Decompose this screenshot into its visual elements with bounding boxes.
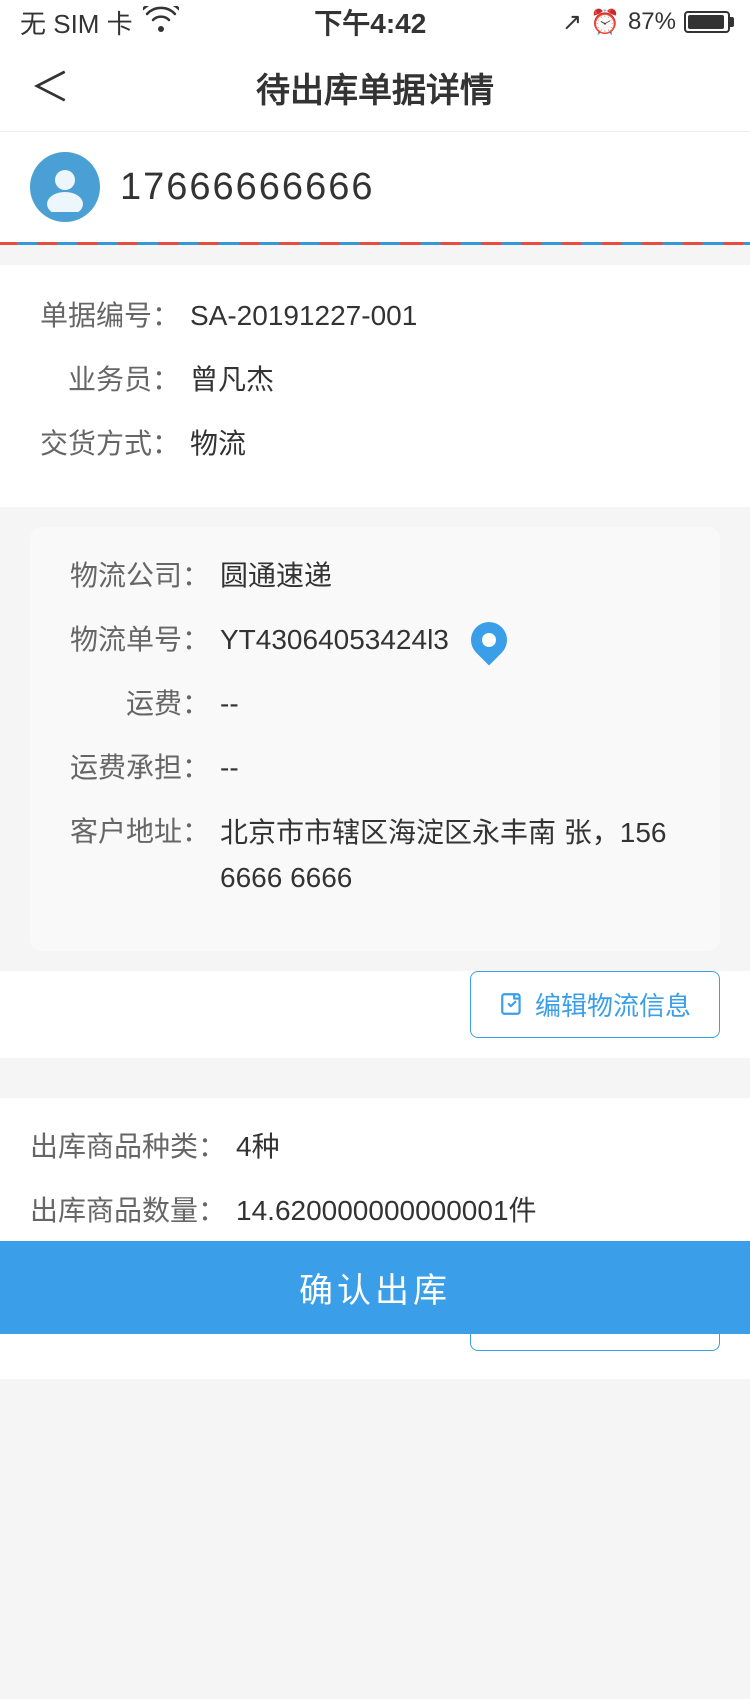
logistics-company-row: 物流公司： 圆通速递 (60, 555, 690, 597)
logistics-company-value: 圆通速递 (220, 555, 690, 597)
document-number-label: 单据编号： (30, 295, 190, 337)
edit-icon (499, 991, 525, 1017)
goods-quantity-row: 出库商品数量： 14.620000000000001件 (30, 1190, 720, 1232)
avatar (30, 152, 100, 222)
freight-bearer-row: 运费承担： -- (60, 747, 690, 789)
wifi-icon (143, 6, 179, 38)
divider-2 (0, 1058, 750, 1078)
divider-1 (0, 245, 750, 265)
freight-bearer-label: 运费承担： (60, 747, 220, 789)
bottom-bar: 确认出库 (0, 1241, 750, 1334)
goods-quantity-value: 14.620000000000001件 (236, 1190, 720, 1232)
status-right: ↗ ⏰ 87% (562, 8, 730, 37)
content: 17666666666 单据编号： SA-20191227-001 业务员： 曾… (0, 132, 750, 1699)
freight-row: 运费： -- (60, 683, 690, 725)
address-row: 客户地址： 北京市市辖区海淀区永丰南 张，156 6666 6666 (60, 811, 690, 901)
goods-types-value: 4种 (236, 1126, 720, 1168)
goods-quantity-label: 出库商品数量： (30, 1190, 236, 1232)
freight-label: 运费： (60, 683, 220, 725)
time-text: 下午4:42 (314, 2, 426, 42)
salesman-label: 业务员： (30, 359, 190, 401)
confirm-button[interactable]: 确认出库 (30, 1263, 720, 1312)
salesman-value: 曾凡杰 (190, 359, 720, 401)
edit-logistics-label: 编辑物流信息 (535, 986, 691, 1023)
user-phone: 17666666666 (120, 166, 374, 209)
delivery-row: 交货方式： 物流 (30, 423, 720, 465)
battery-indicator (684, 11, 730, 33)
goods-types-label: 出库商品种类： (30, 1126, 236, 1168)
tracking-row: 物流单号： YT43064053424l3 (60, 619, 690, 661)
goods-types-row: 出库商品种类： 4种 (30, 1126, 720, 1168)
document-info-section: 单据编号： SA-20191227-001 业务员： 曾凡杰 交货方式： 物流 (0, 265, 750, 507)
address-value: 北京市市辖区海淀区永丰南 张，156 6666 6666 (220, 811, 690, 901)
alarm-icon: ⏰ (590, 8, 620, 37)
logistics-card: 物流公司： 圆通速递 物流单号： YT43064053424l3 运费： -- … (30, 527, 720, 951)
salesman-row: 业务员： 曾凡杰 (30, 359, 720, 401)
back-button[interactable]: ＜ (30, 68, 70, 108)
location-icon[interactable] (463, 615, 514, 666)
freight-value: -- (220, 683, 690, 725)
user-header: 17666666666 (0, 132, 750, 245)
spacer (0, 1379, 750, 1579)
document-number-value: SA-20191227-001 (190, 295, 720, 337)
carrier-text: 无 SIM 卡 (20, 4, 133, 41)
status-left: 无 SIM 卡 (20, 4, 179, 41)
status-bar: 无 SIM 卡 下午4:42 ↗ ⏰ 87% (0, 0, 750, 44)
nav-bar: ＜ 待出库单据详情 (0, 44, 750, 132)
battery-text: 87% (628, 8, 676, 36)
page-title: 待出库单据详情 (256, 63, 494, 112)
delivery-value: 物流 (190, 423, 720, 465)
document-number-row: 单据编号： SA-20191227-001 (30, 295, 720, 337)
tracking-label: 物流单号： (60, 619, 220, 661)
logistics-company-label: 物流公司： (60, 555, 220, 597)
tracking-value: YT43064053424l3 (220, 619, 690, 661)
edit-button-container: 编辑物流信息 (0, 971, 750, 1058)
address-label: 客户地址： (60, 811, 220, 853)
location-status-icon: ↗ (562, 8, 582, 37)
edit-logistics-button[interactable]: 编辑物流信息 (470, 971, 720, 1038)
freight-bearer-value: -- (220, 747, 690, 789)
delivery-label: 交货方式： (30, 423, 190, 465)
